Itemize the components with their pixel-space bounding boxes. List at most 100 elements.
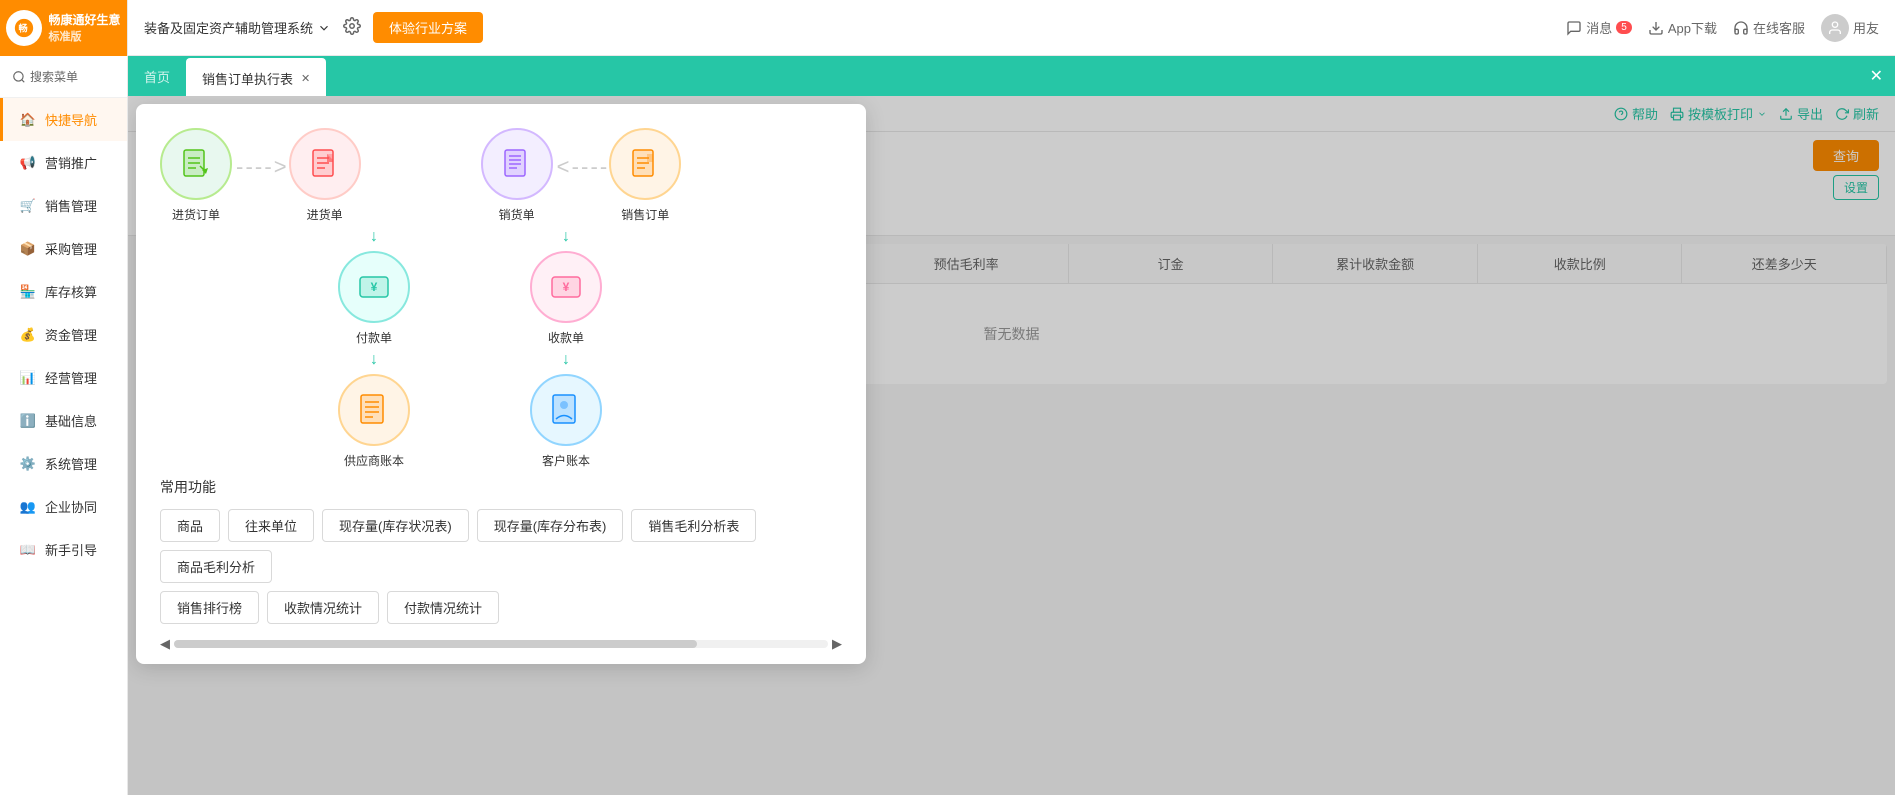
func-btn-sales-rank[interactable]: 销售排行榜: [160, 591, 259, 624]
sidebar-item-inventory[interactable]: 🏪 库存核算: [0, 270, 127, 313]
app-name: 畅康通好生意: [48, 12, 120, 29]
gear-icon: [343, 17, 361, 35]
sales-order-label: 销售订单: [621, 206, 669, 223]
func-btn-receipt-stats[interactable]: 收款情况统计: [267, 591, 379, 624]
common-functions: 常用功能 商品 往来单位 现存量(库存状况表) 现存量(库存分布表) 销售毛利分…: [160, 477, 842, 624]
purchase-order-circle[interactable]: [160, 128, 232, 200]
func-btn-sales-margin[interactable]: 销售毛利分析表: [631, 509, 756, 542]
search-menu-button[interactable]: 搜索菜单: [8, 64, 119, 89]
scrollbar-track[interactable]: [174, 640, 828, 648]
online-service-btn[interactable]: 在线客服: [1733, 18, 1805, 37]
settings-btn[interactable]: [343, 17, 361, 38]
app-download-btn[interactable]: App下载: [1648, 18, 1717, 37]
content-area: 帮助 按模板打印 导出 刷新: [128, 96, 1895, 795]
svg-text:畅: 畅: [19, 23, 28, 34]
func-btn-product-margin[interactable]: 商品毛利分析: [160, 550, 272, 583]
supplier-account-icon: [356, 392, 392, 428]
guide-icon: 📖: [19, 541, 37, 559]
tab-sales-order[interactable]: 销售订单执行表 ✕: [186, 58, 326, 98]
warehouse-icon: 🏪: [19, 283, 37, 301]
sidebar-item-sales[interactable]: 🛒 销售管理: [0, 184, 127, 227]
avatar-image: [1821, 14, 1849, 42]
sales-order-icon: [627, 146, 663, 182]
logo-icon: 畅: [6, 10, 42, 46]
sales-slip-circle[interactable]: [481, 128, 553, 200]
customer-account-circle[interactable]: [530, 374, 602, 446]
sidebar-item-basic[interactable]: ℹ️ 基础信息: [0, 399, 127, 442]
supplier-account-circle[interactable]: [338, 374, 410, 446]
sidebar-item-purchase[interactable]: 📦 采购管理: [0, 227, 127, 270]
user-avatar[interactable]: 用友: [1821, 14, 1879, 42]
receipt-slip-icon: ¥: [548, 269, 584, 305]
func-btn-product[interactable]: 商品: [160, 509, 220, 542]
spacer2: [160, 227, 338, 247]
flow-purchase-order[interactable]: 进货订单: [160, 128, 232, 223]
func-btn-payment-stats[interactable]: 付款情况统计: [387, 591, 499, 624]
customer-account-icon: [548, 392, 584, 428]
flow-supplier-account[interactable]: 供应商账本: [338, 374, 410, 469]
payment-slip-circle[interactable]: ¥: [338, 251, 410, 323]
main-area: 装备及固定资产辅助管理系统 体验行业方案 消息 5 App下载: [128, 0, 1895, 795]
headset-icon: [1733, 20, 1749, 36]
popup-scrollbar: ◀ ▶: [160, 636, 842, 652]
sidebar-item-system[interactable]: ⚙️ 系统管理: [0, 442, 127, 485]
flow-payment-slip[interactable]: ¥ 付款单: [338, 251, 410, 346]
func-btn-stock-dist[interactable]: 现存量(库存分布表): [477, 509, 624, 542]
sidebar-item-newbie[interactable]: 📖 新手引导: [0, 528, 127, 571]
func-btn-stock-status[interactable]: 现存量(库存状况表): [322, 509, 469, 542]
sales-slip-icon: [499, 146, 535, 182]
cart-icon: 🛒: [19, 197, 37, 215]
topbar: 装备及固定资产辅助管理系统 体验行业方案 消息 5 App下载: [128, 0, 1895, 56]
sidebar-item-label: 经营管理: [45, 368, 97, 387]
online-service-label: 在线客服: [1753, 18, 1805, 37]
search-label: 搜索菜单: [30, 68, 78, 85]
flow-receipt-slip[interactable]: ¥ 收款单: [530, 251, 602, 346]
arrow-down-sales: ↓: [530, 227, 602, 247]
receipt-slip-circle[interactable]: ¥: [530, 251, 602, 323]
tab-home[interactable]: 首页: [128, 56, 186, 96]
sidebar-item-label: 快捷导航: [45, 110, 97, 129]
func-buttons-row2: 销售排行榜 收款情况统计 付款情况统计: [160, 591, 842, 624]
system-title-dropdown[interactable]: 装备及固定资产辅助管理系统: [144, 18, 331, 37]
tab-sales-order-label: 销售订单执行表: [202, 69, 293, 88]
func-btn-partner[interactable]: 往来单位: [228, 509, 314, 542]
sidebar-item-quick-nav[interactable]: 🏠 快捷导航: [0, 98, 127, 141]
purchase-slip-circle[interactable]: [289, 128, 361, 200]
message-icon: [1566, 20, 1582, 36]
sidebar-item-label: 销售管理: [45, 196, 97, 215]
flow-sales-order[interactable]: 销售订单: [609, 128, 681, 223]
scrollbar-right-arrow[interactable]: ▶: [832, 636, 842, 652]
tab-close-btn[interactable]: ✕: [301, 72, 310, 85]
experience-btn[interactable]: 体验行业方案: [373, 12, 483, 43]
arrow-down-receipt: ↓: [530, 350, 602, 370]
tab-home-label: 首页: [144, 67, 170, 86]
close-all-tabs-btn[interactable]: ✕: [1870, 66, 1883, 86]
flow-sales-slip[interactable]: 销货单: [481, 128, 553, 223]
sidebar-item-label: 资金管理: [45, 325, 97, 344]
message-label: 消息: [1586, 18, 1612, 37]
scrollbar-left-arrow[interactable]: ◀: [160, 636, 170, 652]
receipt-slip-label: 收款单: [548, 329, 584, 346]
app-download-label: App下载: [1668, 18, 1717, 37]
overlay[interactable]: 进货订单 - - - - >: [128, 96, 1895, 795]
sidebar-item-finance[interactable]: 💰 资金管理: [0, 313, 127, 356]
settings-icon: ⚙️: [19, 455, 37, 473]
system-title: 装备及固定资产辅助管理系统: [144, 18, 313, 37]
sidebar-item-operations[interactable]: 📊 经营管理: [0, 356, 127, 399]
topbar-right: 消息 5 App下载 在线客服 用友: [1566, 14, 1879, 42]
sidebar-item-label: 系统管理: [45, 454, 97, 473]
sidebar-item-marketing[interactable]: 📢 营销推广: [0, 141, 127, 184]
sales-order-circle[interactable]: [609, 128, 681, 200]
arrow-down-purchase: ↓: [338, 227, 410, 247]
message-btn[interactable]: 消息 5: [1566, 18, 1632, 37]
sidebar-item-label: 采购管理: [45, 239, 97, 258]
flow-diagram: 进货订单 - - - - >: [160, 128, 842, 469]
user-name: 用友: [1853, 18, 1879, 37]
sidebar-item-enterprise[interactable]: 👥 企业协同: [0, 485, 127, 528]
sidebar-item-label: 新手引导: [45, 540, 97, 559]
flow-customer-account[interactable]: 客户账本: [530, 374, 602, 469]
info-icon: ℹ️: [19, 412, 37, 430]
spacer6: [160, 350, 338, 370]
scrollbar-thumb[interactable]: [174, 640, 697, 648]
flow-purchase-slip[interactable]: 进货单: [289, 128, 361, 223]
